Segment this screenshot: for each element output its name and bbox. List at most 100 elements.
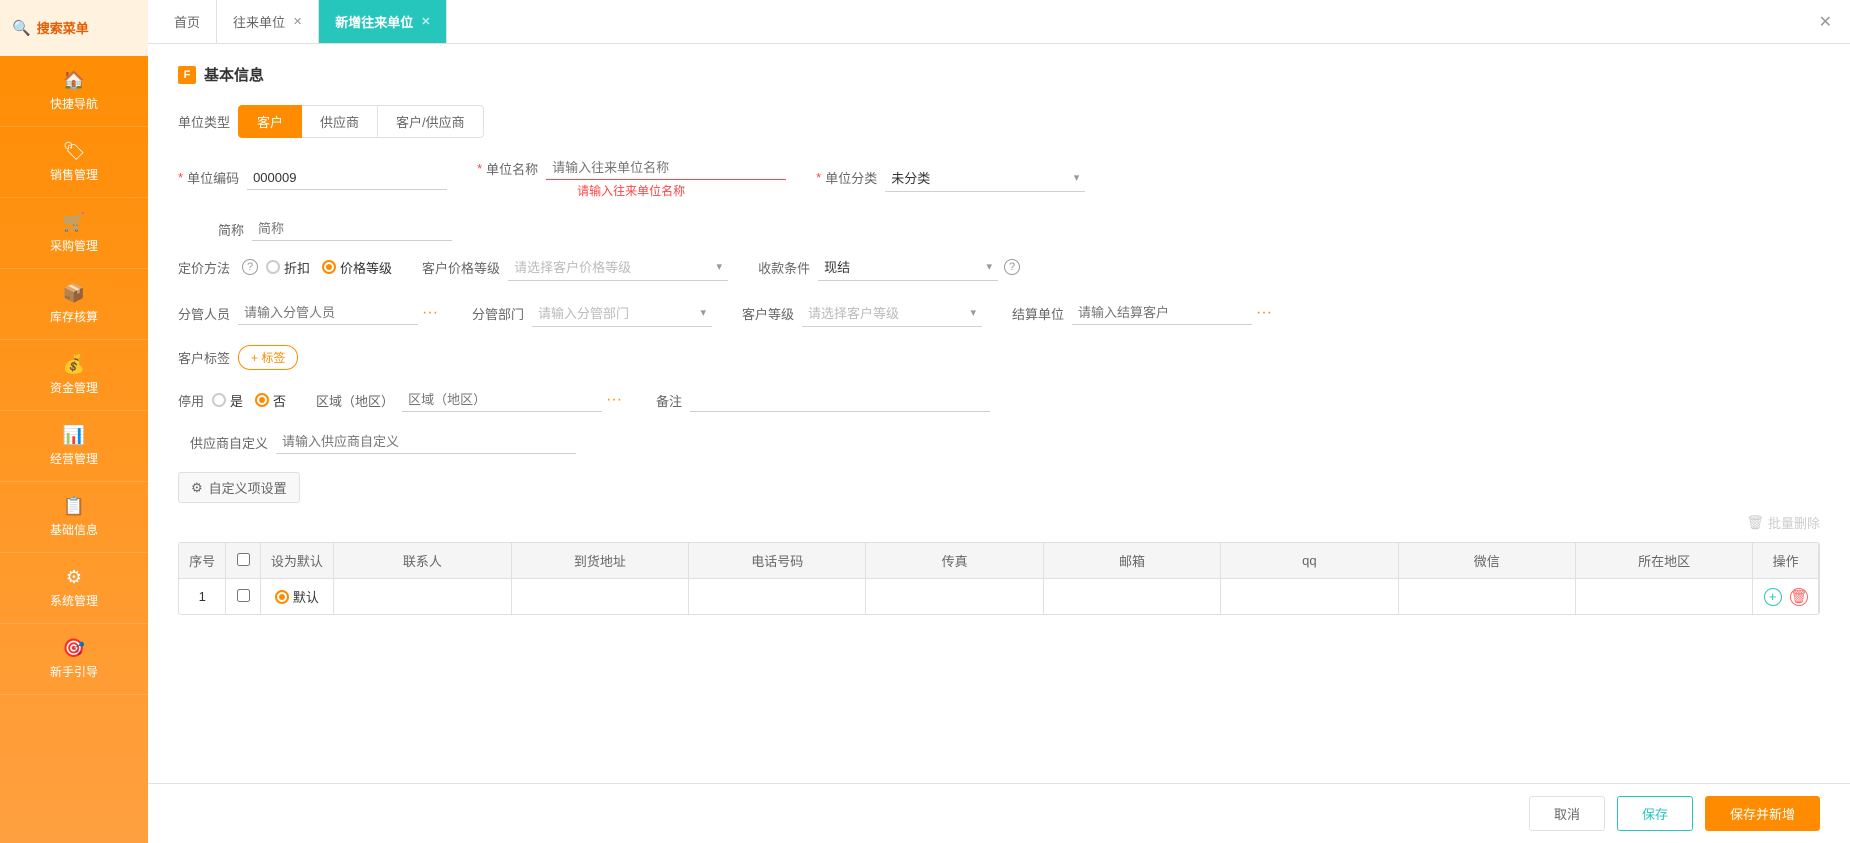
row-邮箱-input[interactable] bbox=[1054, 590, 1210, 604]
manager-more-btn[interactable]: ··· bbox=[418, 304, 442, 322]
pricing-discount-option[interactable]: 折扣 bbox=[266, 258, 310, 277]
unit-type-group: 单位类型 客户供应商客户/供应商 bbox=[178, 105, 484, 138]
pricing-radio-group: 折扣 价格等级 bbox=[266, 258, 392, 277]
row-到货地址-input[interactable] bbox=[522, 590, 678, 604]
table-column-header: 操作 bbox=[1753, 543, 1819, 579]
sidebar-item-guide[interactable]: 🎯 新手引导 bbox=[0, 624, 148, 695]
save-button[interactable]: 保存 bbox=[1617, 796, 1693, 831]
sidebar-item-label: 资金管理 bbox=[50, 379, 98, 396]
custom-settings-button[interactable]: ⚙ 自定义项设置 bbox=[178, 472, 300, 503]
remark-label: 备注 bbox=[656, 391, 682, 410]
remark-input[interactable] bbox=[690, 388, 990, 412]
unit-name-input[interactable] bbox=[546, 156, 786, 180]
settlement-unit-more-btn[interactable]: ··· bbox=[1252, 304, 1276, 322]
sidebar-item-sales[interactable]: 🏷 销售管理 bbox=[0, 127, 148, 198]
sidebar-item-label: 销售管理 bbox=[50, 166, 98, 183]
sidebar-item-quick-nav[interactable]: 🏠 快捷导航 bbox=[0, 56, 148, 127]
pricing-help-icon[interactable]: ? bbox=[242, 259, 258, 275]
supplier-custom-input[interactable] bbox=[276, 430, 576, 454]
add-row-button[interactable]: + bbox=[1764, 588, 1782, 606]
tab-close-icon[interactable]: ✕ bbox=[293, 15, 302, 28]
table-column-header: 电话号码 bbox=[689, 543, 866, 579]
table-column-header: 微信 bbox=[1398, 543, 1575, 579]
sidebar-item-system[interactable]: ⚙ 系统管理 bbox=[0, 553, 148, 624]
row-default: 默认 bbox=[260, 579, 334, 615]
manager-input[interactable] bbox=[238, 301, 418, 325]
table-column-header bbox=[226, 543, 260, 579]
payment-terms-help-icon[interactable]: ? bbox=[1004, 259, 1020, 275]
row-微信-input[interactable] bbox=[1409, 590, 1565, 604]
unit-name-label: 单位名称 bbox=[486, 159, 538, 178]
batch-delete-area: 🗑 批量删除 bbox=[178, 513, 1820, 532]
guide-icon: 🎯 bbox=[63, 638, 85, 659]
save-and-new-button[interactable]: 保存并新增 bbox=[1705, 796, 1820, 831]
table-column-header: 设为默认 bbox=[260, 543, 334, 579]
delete-row-button[interactable]: 🗑 bbox=[1790, 588, 1808, 606]
region-label: 区域（地区） bbox=[316, 391, 394, 410]
row-邮箱 bbox=[1043, 579, 1220, 615]
unit-code-input[interactable] bbox=[247, 166, 447, 190]
unit-type-btn-客户[interactable]: 客户 bbox=[238, 105, 302, 138]
pricing-level-option[interactable]: 价格等级 bbox=[322, 258, 392, 277]
row-联系人-input[interactable] bbox=[344, 590, 500, 604]
window-close-button[interactable]: ✕ bbox=[1811, 12, 1840, 32]
search-menu-button[interactable]: 🔍 搜索菜单 bbox=[0, 10, 148, 45]
customer-level-group: 客户等级 请选择客户等级 ▾ bbox=[742, 299, 982, 327]
row-actions: + 🗑 bbox=[1753, 579, 1819, 615]
short-name-input[interactable] bbox=[252, 217, 452, 241]
search-label: 搜索菜单 bbox=[37, 18, 89, 37]
sidebar-item-purchase[interactable]: 🛒 采购管理 bbox=[0, 198, 148, 269]
unit-category-label: 单位分类 bbox=[825, 168, 877, 187]
disabled-no-option[interactable]: 否 bbox=[255, 391, 286, 410]
supplier-custom-row: 供应商自定义 bbox=[178, 430, 1820, 454]
row-index: 1 bbox=[179, 579, 226, 615]
region-more-btn[interactable]: ··· bbox=[602, 391, 626, 409]
sidebar-item-operations[interactable]: 📊 经营管理 bbox=[0, 411, 148, 482]
row-传真-input[interactable] bbox=[876, 590, 1032, 604]
payment-terms-value: 现结 bbox=[824, 257, 982, 276]
row-到货地址 bbox=[511, 579, 688, 615]
sidebar-item-inventory[interactable]: 📦 库存核算 bbox=[0, 269, 148, 340]
table-row: 1 默认 + 🗑 bbox=[179, 579, 1819, 615]
settlement-unit-input[interactable] bbox=[1072, 301, 1252, 325]
contact-table-container: 序号设为默认联系人到货地址电话号码传真邮箱qq微信所在地区操作1 默认 + 🗑 bbox=[178, 542, 1820, 615]
sidebar-item-finance[interactable]: 💰 资金管理 bbox=[0, 340, 148, 411]
customer-level-dropdown[interactable]: 请选择客户等级 ▾ bbox=[802, 299, 982, 327]
tab-close-icon[interactable]: ✕ bbox=[421, 15, 430, 28]
unit-type-btn-客户/供应商[interactable]: 客户/供应商 bbox=[378, 105, 484, 138]
short-name-group: 简称 bbox=[218, 217, 452, 241]
add-tag-button[interactable]: + 标签 bbox=[238, 345, 298, 370]
row-电话号码-input[interactable] bbox=[699, 590, 855, 604]
row-所在地区-input[interactable] bbox=[1586, 590, 1742, 604]
tab-home[interactable]: 首页 bbox=[158, 0, 217, 43]
table-column-header: 传真 bbox=[866, 543, 1043, 579]
table-column-header: 联系人 bbox=[334, 543, 511, 579]
sidebar-item-label: 经营管理 bbox=[50, 450, 98, 467]
custom-settings-label: 自定义项设置 bbox=[209, 478, 287, 497]
custom-settings-area: ⚙ 自定义项设置 bbox=[178, 472, 1820, 503]
cancel-button[interactable]: 取消 bbox=[1529, 796, 1605, 831]
unit-category-dropdown[interactable]: 未分类 ▾ bbox=[885, 164, 1085, 192]
customer-price-level-dropdown[interactable]: 请选择客户价格等级 ▾ bbox=[508, 253, 728, 281]
disabled-radio-group: 是 否 bbox=[212, 391, 286, 410]
unit-type-btn-供应商[interactable]: 供应商 bbox=[302, 105, 378, 138]
customer-price-level-group: 客户价格等级 请选择客户价格等级 ▾ bbox=[422, 253, 728, 281]
payment-terms-dropdown[interactable]: 现结 ▾ bbox=[818, 253, 998, 281]
disabled-label: 停用 bbox=[178, 391, 204, 410]
chevron-down-icon: ▾ bbox=[1074, 171, 1080, 184]
sidebar-search-area[interactable]: 🔍 搜索菜单 bbox=[0, 0, 148, 56]
disabled-yes-option[interactable]: 是 bbox=[212, 391, 243, 410]
set-default-option[interactable]: 默认 bbox=[271, 587, 324, 606]
select-all-checkbox[interactable] bbox=[237, 553, 250, 566]
row-checkbox[interactable] bbox=[237, 589, 250, 602]
operations-icon: 📊 bbox=[63, 425, 85, 446]
tab-new-partner[interactable]: 新增往来单位✕ bbox=[319, 0, 447, 43]
department-dropdown[interactable]: 请输入分管部门 ▾ bbox=[532, 299, 712, 327]
row-qq-input[interactable] bbox=[1231, 590, 1387, 604]
batch-delete-label[interactable]: 批量删除 bbox=[1768, 513, 1820, 532]
region-input[interactable] bbox=[402, 388, 602, 412]
tab-partners[interactable]: 往来单位✕ bbox=[217, 0, 319, 43]
sidebar-item-basic-info[interactable]: 📋 基础信息 bbox=[0, 482, 148, 553]
section-icon: F bbox=[178, 66, 196, 84]
row-联系人 bbox=[334, 579, 511, 615]
